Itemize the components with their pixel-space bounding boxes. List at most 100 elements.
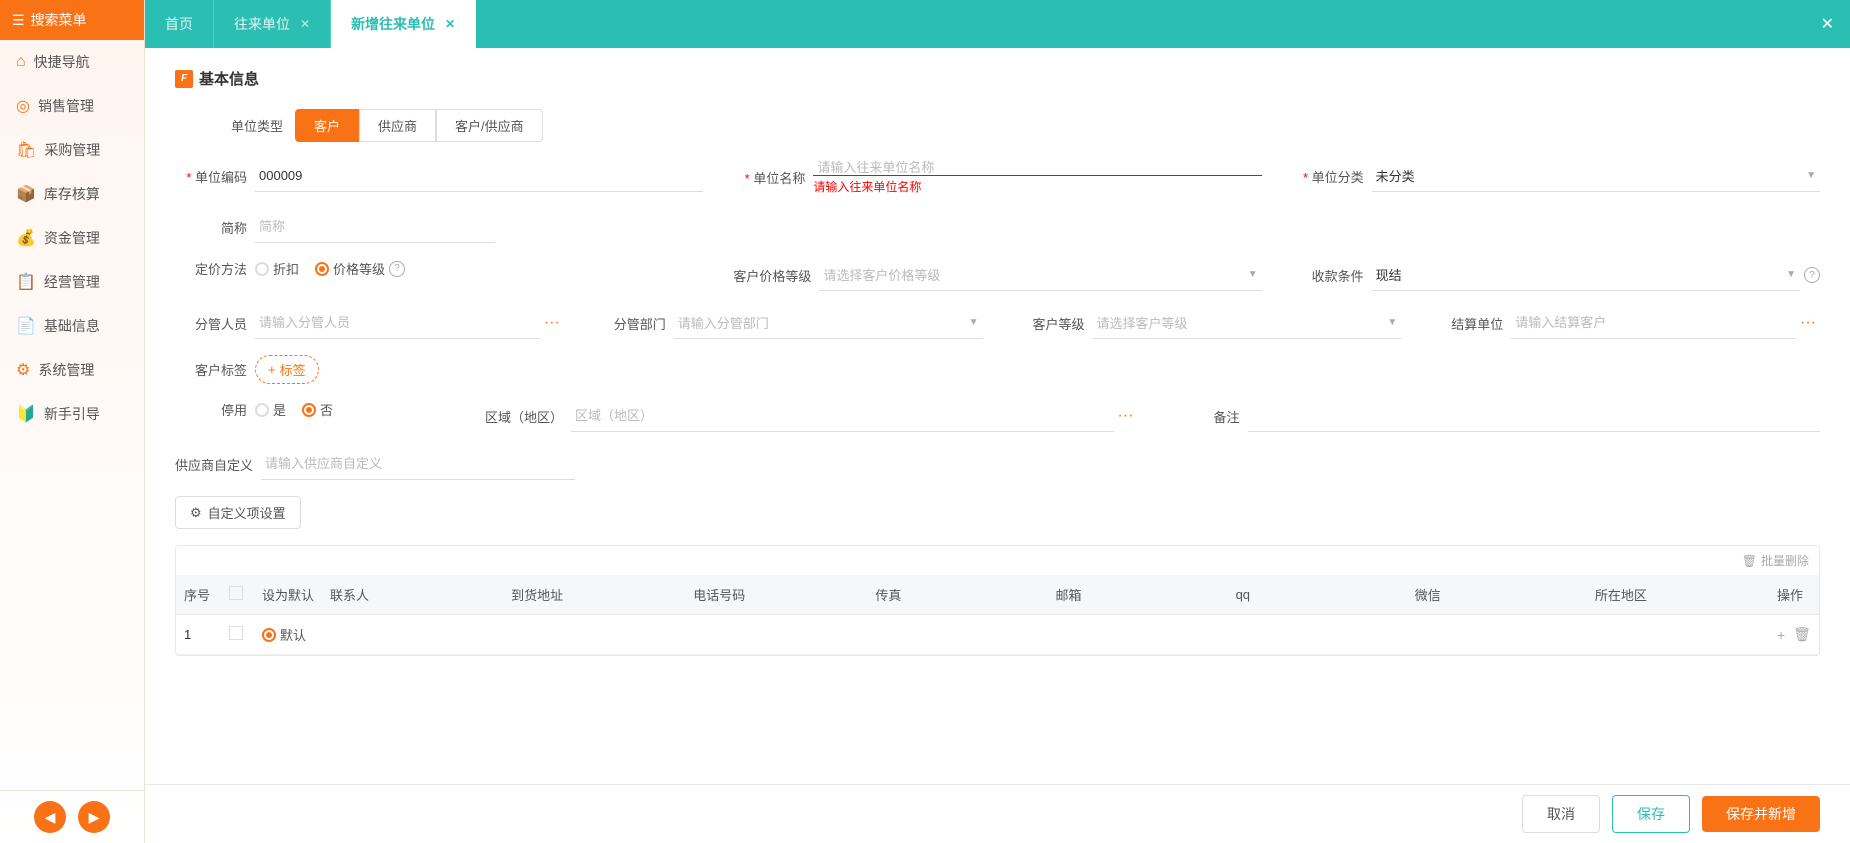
- tab-label-partners: 往来单位: [234, 14, 290, 34]
- tab-close-new-partner[interactable]: ✕: [445, 17, 455, 31]
- field-code: 单位编码: [175, 160, 703, 192]
- form-row-4: 分管人员 ··· 分管部门 请输入分管部门 ▼ 客户等级 请选择客户等级 ▼: [175, 307, 1820, 339]
- shortname-input[interactable]: [255, 211, 495, 243]
- disabled-no-label: 否: [320, 400, 333, 419]
- sidebar-search[interactable]: ☰ 搜索菜单: [0, 0, 144, 40]
- tab-bar-close-btn[interactable]: ✕: [1805, 14, 1850, 34]
- customer-level-label: 客户等级: [1013, 314, 1093, 333]
- pricing-discount-label: 折扣: [273, 259, 299, 278]
- category-select[interactable]: 未分类 ▼: [1372, 160, 1820, 192]
- tab-new-partner[interactable]: 新增往来单位✕: [331, 0, 476, 48]
- pricing-option-level[interactable]: 价格等级: [315, 259, 385, 278]
- batch-delete-button[interactable]: 🗑 批量删除: [1742, 552, 1809, 569]
- sidebar-label-quick-nav: 快捷导航: [34, 52, 90, 72]
- field-pricing: 定价方法 折扣 价格等级 ?: [175, 259, 703, 278]
- pricing-level-label: 价格等级: [333, 259, 385, 278]
- sidebar-bottom-btn1[interactable]: ◀: [34, 801, 66, 833]
- disabled-label: 停用: [175, 400, 255, 419]
- manager-input[interactable]: [255, 307, 540, 339]
- settlement-unit-input[interactable]: [1511, 307, 1796, 339]
- unit-type-btn-both[interactable]: 客户/供应商: [436, 109, 543, 142]
- field-disabled: 停用 是 否: [175, 400, 455, 419]
- form-row-1: 单位编码 单位名称 请输入往来单位名称 单位分类 未分类 ▼: [175, 160, 1820, 195]
- sidebar-item-purchase[interactable]: 🛍采购管理: [0, 128, 144, 172]
- row-region-input-0[interactable]: [1595, 627, 1761, 642]
- payment-terms-arrow: ▼: [1786, 269, 1796, 280]
- customer-level-placeholder: 请选择客户等级: [1097, 313, 1388, 332]
- row-checkbox-0[interactable]: [229, 626, 243, 640]
- cell-phone-0: [685, 615, 867, 655]
- unit-type-btn-customer[interactable]: 客户: [295, 109, 359, 142]
- sidebar-icon-guide: 🔰: [16, 404, 36, 424]
- row-add-btn-0[interactable]: +: [1777, 627, 1785, 643]
- remark-input[interactable]: [1248, 400, 1821, 432]
- cell-actions-0: + 🗑: [1769, 615, 1819, 655]
- customer-price-level-select[interactable]: 请选择客户价格等级 ▼: [819, 259, 1261, 291]
- pricing-help-icon[interactable]: ?: [389, 261, 405, 277]
- row-wechat-input-0[interactable]: [1415, 627, 1579, 642]
- customer-level-select[interactable]: 请选择客户等级 ▼: [1093, 307, 1402, 339]
- disabled-no[interactable]: 否: [302, 400, 333, 419]
- table-header-row: 序号 设为默认 联系人 到货地址 电话号码 传真 邮箱 qq 微信 所在地区 操…: [176, 575, 1819, 615]
- sidebar-item-sales[interactable]: ◎销售管理: [0, 84, 144, 128]
- disabled-yes[interactable]: 是: [255, 400, 286, 419]
- pricing-option-discount[interactable]: 折扣: [255, 259, 299, 278]
- settlement-unit-dots-btn[interactable]: ···: [1796, 314, 1820, 332]
- row-contact-input-0[interactable]: [330, 627, 495, 642]
- cell-index-0: 1: [176, 615, 218, 655]
- cell-fax-0: [867, 615, 1047, 655]
- name-input-wrapper: 请输入往来单位名称: [813, 160, 1261, 195]
- code-input[interactable]: [255, 160, 703, 192]
- sidebar-item-guide[interactable]: 🔰新手引导: [0, 392, 144, 436]
- custom-settings-label: 自定义项设置: [208, 503, 286, 522]
- field-supplier-custom: 供应商自定义: [175, 448, 575, 480]
- supplier-custom-input[interactable]: [261, 448, 575, 480]
- tab-home[interactable]: 首页: [145, 0, 214, 48]
- header-checkbox[interactable]: [229, 586, 243, 600]
- name-input[interactable]: [813, 160, 1261, 176]
- cell-check-0: [218, 615, 254, 655]
- cancel-button[interactable]: 取消: [1522, 795, 1600, 833]
- sidebar-item-system[interactable]: ⚙系统管理: [0, 348, 144, 392]
- payment-terms-help-icon[interactable]: ?: [1804, 267, 1820, 283]
- save-new-button[interactable]: 保存并新增: [1702, 796, 1820, 832]
- row-fax-input-0[interactable]: [875, 627, 1039, 642]
- row-address-input-0[interactable]: [511, 627, 677, 642]
- pricing-label: 定价方法: [175, 259, 255, 278]
- custom-settings-button[interactable]: ⚙ 自定义项设置: [175, 496, 301, 529]
- sidebar-bottom-btn2[interactable]: ▶: [78, 801, 110, 833]
- row-delete-btn-0[interactable]: 🗑: [1793, 626, 1811, 643]
- tab-partners[interactable]: 往来单位 ✕: [214, 0, 331, 48]
- sidebar-item-inventory[interactable]: 📦库存核算: [0, 172, 144, 216]
- region-dots-btn[interactable]: ···: [1114, 407, 1138, 425]
- row-default-radio-0[interactable]: 默认: [262, 625, 314, 644]
- sidebar: ☰ 搜索菜单 ⌂快捷导航◎销售管理🛍采购管理📦库存核算💰资金管理📋经营管理📄基础…: [0, 0, 145, 843]
- save-button[interactable]: 保存: [1612, 795, 1690, 833]
- sidebar-item-quick-nav[interactable]: ⌂快捷导航: [0, 40, 144, 84]
- col-actions: 操作: [1769, 575, 1819, 615]
- region-input[interactable]: [571, 400, 1114, 432]
- disabled-radio-group: 是 否: [255, 400, 333, 419]
- field-category: 单位分类 未分类 ▼: [1292, 160, 1820, 192]
- row-phone-input-0[interactable]: [693, 627, 859, 642]
- manager-dots-btn[interactable]: ···: [540, 314, 564, 332]
- code-label: 单位编码: [175, 167, 255, 186]
- unit-type-btn-supplier[interactable]: 供应商: [359, 109, 436, 142]
- row-qq-input-0[interactable]: [1236, 627, 1399, 642]
- department-select[interactable]: 请输入分管部门 ▼: [674, 307, 983, 339]
- col-contact: 联系人: [322, 575, 503, 615]
- sidebar-item-basic-info[interactable]: 📄基础信息: [0, 304, 144, 348]
- form-row-5: 客户标签 + 标签: [175, 355, 1820, 384]
- row-email-input-0[interactable]: [1056, 627, 1220, 642]
- tab-close-partners[interactable]: ✕: [300, 17, 310, 31]
- form-row-3: 定价方法 折扣 价格等级 ? 客户价格等级 请选择客户价格等级: [175, 259, 1820, 291]
- customer-tag-label: 客户标签: [175, 360, 255, 379]
- payment-terms-select[interactable]: 现结 ▼: [1372, 259, 1800, 291]
- add-tag-button[interactable]: + 标签: [255, 355, 319, 384]
- field-department: 分管部门 请输入分管部门 ▼: [594, 307, 983, 339]
- name-error: 请输入往来单位名称: [813, 178, 1261, 195]
- tag-label: 标签: [280, 360, 306, 379]
- customer-price-level-arrow: ▼: [1248, 269, 1258, 280]
- sidebar-item-finance[interactable]: 💰资金管理: [0, 216, 144, 260]
- sidebar-item-operations[interactable]: 📋经营管理: [0, 260, 144, 304]
